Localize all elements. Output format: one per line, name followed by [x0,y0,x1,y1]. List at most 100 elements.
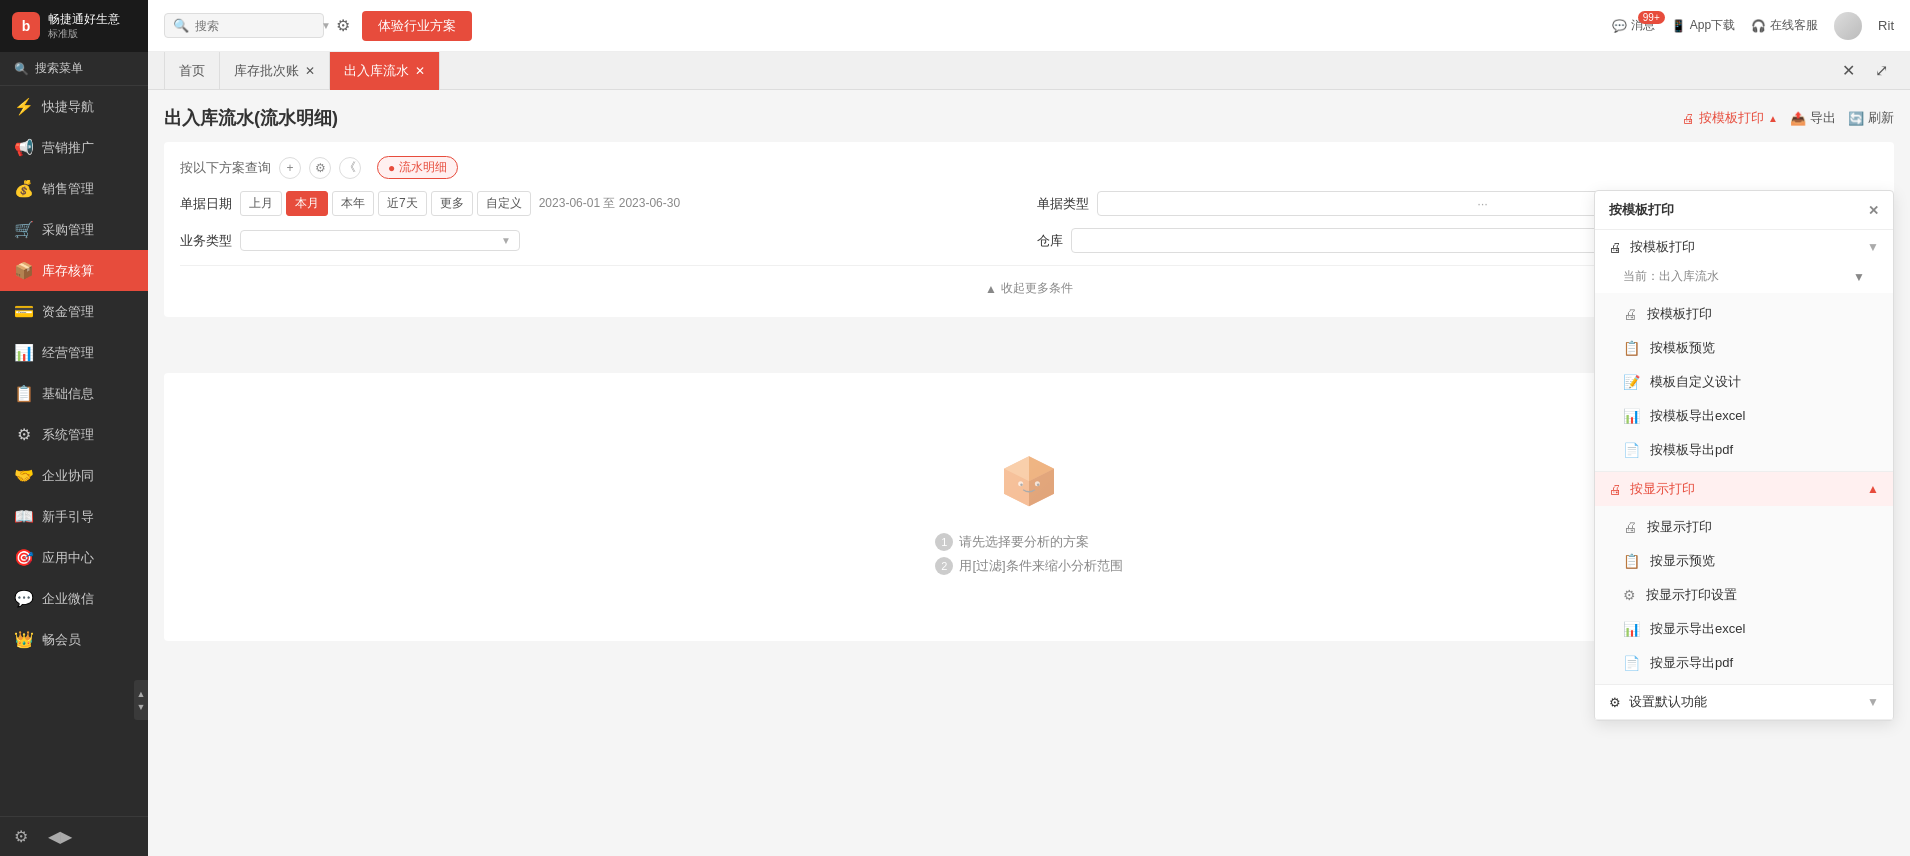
filter-add-btn[interactable]: + [279,157,301,179]
warehouse-label: 仓库 [1037,232,1063,250]
sidebar-item-guide[interactable]: 📖 新手引导 [0,496,148,537]
sidebar-search-label: 搜索菜单 [35,60,83,77]
sidebar-item-label: 资金管理 [42,303,94,321]
current-chevron: ▼ [1853,270,1865,284]
sidebar-nav: ⚡ 快捷导航 📢 营销推广 💰 销售管理 🛒 采购管理 📦 库存核算 💳 资金管… [0,86,148,816]
settings-bottom-icon[interactable]: ⚙ [14,827,28,846]
tab-flow[interactable]: 出入库流水 ✕ [330,52,440,90]
topbar-search-bar[interactable]: 🔍 ▼ [164,13,324,38]
search-dropdown-icon[interactable]: ▼ [321,20,331,31]
sidebar-item-sales[interactable]: 💰 销售管理 [0,168,148,209]
date-btn-this-month[interactable]: 本月 [286,191,328,216]
filter-collapse-btn[interactable]: 《 [339,157,361,179]
tab-home-label: 首页 [179,62,205,80]
topbar-gear-icon[interactable]: ⚙ [336,16,350,35]
tab-home[interactable]: 首页 [164,52,220,90]
trial-btn[interactable]: 体验行业方案 [362,11,472,41]
dropdown-section-display: 🖨 按显示打印 ▲ 🖨 按显示打印 📋 按显示预览 ⚙ [1595,472,1893,685]
display-pdf-item[interactable]: 📄 按显示导出pdf [1595,646,1893,680]
template-pdf-item[interactable]: 📄 按模板导出pdf [1595,433,1893,467]
sidebar-item-operations[interactable]: 📊 经营管理 [0,332,148,373]
date-btn-last-month[interactable]: 上月 [240,191,282,216]
display-preview-item[interactable]: 📋 按显示预览 [1595,544,1893,578]
close-all-tabs-btn[interactable]: ✕ [1836,59,1861,82]
tab-batch-close[interactable]: ✕ [305,64,315,78]
tab-flow-close[interactable]: ✕ [415,64,425,78]
sidebar-item-label: 采购管理 [42,221,94,239]
template-preview-item[interactable]: 📋 按模板预览 [1595,331,1893,365]
current-template-display: 当前：出入库流水 ▼ [1595,264,1893,293]
sidebar-item-basic[interactable]: 📋 基础信息 [0,373,148,414]
quick-nav-icon: ⚡ [14,97,34,116]
page-title: 出入库流水(流水明细) [164,106,338,130]
print-chevron-up: ▲ [1768,113,1778,124]
sidebar-item-wechat[interactable]: 💬 企业微信 [0,578,148,619]
template-section-title: 🖨 按模板打印 [1609,238,1695,256]
sidebar-item-collab[interactable]: 🤝 企业协同 [0,455,148,496]
date-btn-more[interactable]: 更多 [431,191,473,216]
date-filter-group: 单据日期 上月 本月 本年 近7天 更多 自定义 2023-06-01 至 20… [180,191,1021,216]
date-btn-custom[interactable]: 自定义 [477,191,531,216]
dropdown-section-default: ⚙ 设置默认功能 ▼ [1595,685,1893,720]
empty-illustration [979,433,1079,513]
refresh-btn[interactable]: 🔄 刷新 [1848,109,1894,127]
maximize-btn[interactable]: ⤢ [1869,59,1894,82]
online-service-label: 在线客服 [1770,17,1818,34]
print-template-btn[interactable]: 🖨 按模板打印 ▲ [1682,109,1778,127]
type-more-btn[interactable]: ··· [1477,196,1488,211]
template-customize-item[interactable]: 📝 模板自定义设计 [1595,365,1893,399]
display-excel-item[interactable]: 📊 按显示导出excel [1595,612,1893,646]
message-badge: 99+ [1638,11,1665,24]
topbar-search-input[interactable] [195,19,315,33]
sidebar-item-label: 企业协同 [42,467,94,485]
tabs-actions: ✕ ⤢ [1836,59,1894,82]
user-avatar[interactable] [1834,12,1862,40]
app-name: 畅捷通好生意 标准版 [48,12,120,41]
display-section-title: 🖨 按显示打印 [1609,480,1695,498]
display-print-item[interactable]: 🖨 按显示打印 [1595,510,1893,544]
template-chevron-icon: ▼ [1867,240,1879,254]
sidebar-item-label: 基础信息 [42,385,94,403]
sidebar-item-system[interactable]: ⚙ 系统管理 [0,414,148,455]
template-pdf-icon: 📄 [1623,442,1640,458]
template-print-item[interactable]: 🖨 按模板打印 [1595,297,1893,331]
biz-type-dropdown-icon: ▼ [501,235,511,246]
message-icon: 💬 [1612,19,1627,33]
sidebar-item-apps[interactable]: 🎯 应用中心 [0,537,148,578]
active-filter-tag[interactable]: ● 流水明细 [377,156,458,179]
sidebar-item-quick-nav[interactable]: ⚡ 快捷导航 [0,86,148,127]
dropdown-close-btn[interactable]: ✕ [1868,203,1879,218]
message-btn[interactable]: 💬 消息 99+ [1612,17,1655,34]
print-dropdown-panel: 按模板打印 ✕ 🖨 按模板打印 ▼ 当前：出入库流水 ▼ [1594,190,1894,721]
search-icon: 🔍 [14,62,29,76]
sidebar-item-label: 新手引导 [42,508,94,526]
page-header: 出入库流水(流水明细) 🖨 按模板打印 ▲ 📤 导出 🔄 刷新 [164,106,1894,130]
sidebar-item-marketing[interactable]: 📢 营销推广 [0,127,148,168]
default-section-header[interactable]: ⚙ 设置默认功能 ▼ [1595,685,1893,719]
app-download-btn[interactable]: 📱 App下载 [1671,17,1735,34]
sidebar-bottom: ⚙ ◀▶ [0,816,148,856]
display-section-header[interactable]: 🖨 按显示打印 ▲ [1595,472,1893,506]
date-btn-last7[interactable]: 近7天 [378,191,427,216]
sidebar-search-menu[interactable]: 🔍 搜索菜单 [0,52,148,86]
sidebar-logo: b 畅捷通好生意 标准版 [0,0,148,52]
sidebar-item-purchase[interactable]: 🛒 采购管理 [0,209,148,250]
filter-settings-btn[interactable]: ⚙ [309,157,331,179]
display-settings-item[interactable]: ⚙ 按显示打印设置 [1595,578,1893,612]
headset-icon: 🎧 [1751,19,1766,33]
collapse-sidebar-icon[interactable]: ◀▶ [48,827,72,846]
date-btn-this-year[interactable]: 本年 [332,191,374,216]
template-excel-item[interactable]: 📊 按模板导出excel [1595,399,1893,433]
online-service-btn[interactable]: 🎧 在线客服 [1751,17,1818,34]
sidebar-item-finance[interactable]: 💳 资金管理 [0,291,148,332]
display-submenu: 🖨 按显示打印 📋 按显示预览 ⚙ 按显示打印设置 📊 按显示导出excel [1595,506,1893,684]
biz-type-select[interactable]: ▼ [240,230,520,251]
template-section-header[interactable]: 🖨 按模板打印 ▼ [1595,230,1893,264]
topbar: 🔍 ▼ ⚙ 体验行业方案 💬 消息 99+ 📱 App下载 🎧 在线客服 [148,0,1910,52]
sidebar: b 畅捷通好生意 标准版 🔍 搜索菜单 ⚡ 快捷导航 📢 营销推广 💰 销售管理… [0,0,148,856]
sidebar-item-member[interactable]: 👑 畅会员 [0,619,148,660]
export-btn[interactable]: 📤 导出 [1790,109,1836,127]
sidebar-item-inventory[interactable]: 📦 库存核算 [0,250,148,291]
sidebar-scroll-indicator[interactable]: ▲ ▼ [134,680,148,720]
tab-batch[interactable]: 库存批次账 ✕ [220,52,330,90]
